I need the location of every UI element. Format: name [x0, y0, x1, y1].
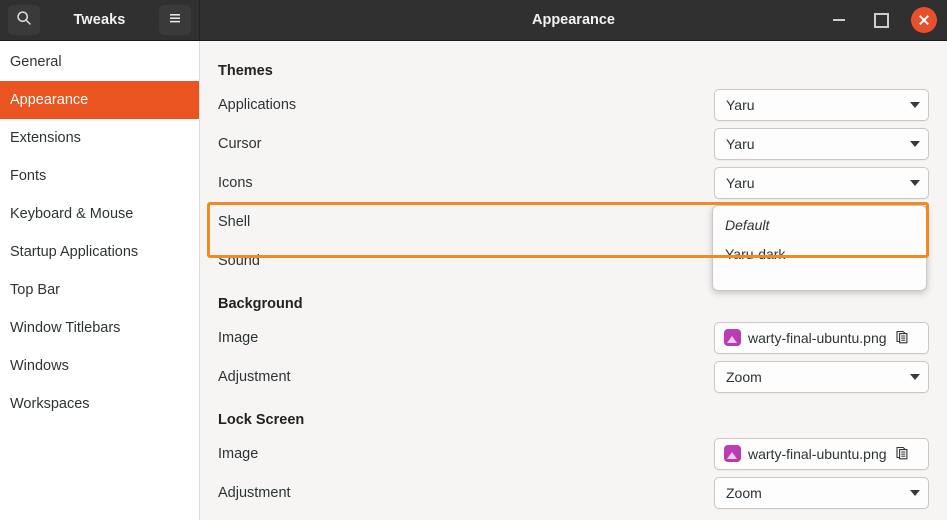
document-open-icon	[894, 445, 911, 462]
image-file-icon	[724, 445, 741, 462]
background-image-label: Image	[218, 329, 259, 346]
sound-theme-label: Sound	[218, 252, 260, 269]
background-section-title: Background	[218, 296, 303, 312]
menu-button[interactable]	[159, 5, 191, 35]
applications-theme-dropdown[interactable]: Yaru	[714, 88, 929, 121]
minimize-icon[interactable]	[827, 8, 851, 32]
sidebar-item-window-titlebars[interactable]: Window Titlebars	[0, 309, 199, 347]
sidebar-item-label: Keyboard & Mouse	[10, 206, 134, 222]
option-label: Default	[725, 216, 770, 233]
sidebar-item-label: Workspaces	[10, 396, 90, 412]
lock-screen-adjustment-dropdown[interactable]: Zoom	[714, 476, 929, 509]
chevron-down-icon	[910, 489, 920, 496]
header-left-pane: Tweaks	[0, 0, 200, 40]
row-lock-screen-adjustment: Adjustment Zoom	[218, 473, 929, 512]
lock-screen-image-label: Image	[218, 445, 259, 462]
sidebar-item-label: Extensions	[10, 130, 81, 146]
hamburger-menu-icon	[167, 10, 183, 31]
sidebar-item-keyboard-mouse[interactable]: Keyboard & Mouse	[0, 195, 199, 233]
sidebar-item-label: Appearance	[10, 92, 89, 108]
sidebar-item-label: Window Titlebars	[10, 320, 121, 336]
chevron-down-icon	[910, 140, 920, 147]
shell-theme-area: Shell (None)	[207, 202, 929, 291]
shell-theme-option-default[interactable]: Default	[713, 210, 926, 239]
chevron-down-icon	[910, 101, 920, 108]
option-label: Yaru-dark	[725, 245, 786, 262]
sidebar: General Appearance Extensions Fonts Keyb…	[0, 41, 200, 520]
themes-section-title: Themes	[218, 63, 273, 79]
applications-theme-label: Applications	[218, 96, 297, 113]
row-applications-theme: Applications Yaru	[218, 85, 929, 124]
close-icon[interactable]	[911, 7, 937, 33]
background-image-value: warty-final-ubuntu.png	[748, 329, 887, 346]
lock-screen-adjustment-label: Adjustment	[218, 484, 291, 501]
cursor-theme-dropdown[interactable]: Yaru	[714, 127, 929, 160]
search-button[interactable]	[8, 5, 40, 35]
header-right-pane: Appearance	[200, 0, 947, 40]
lock-screen-image-file-button[interactable]: warty-final-ubuntu.png	[714, 437, 929, 470]
row-lock-screen-image: Image warty-final-ubuntu.png	[218, 434, 929, 473]
sidebar-item-extensions[interactable]: Extensions	[0, 119, 199, 157]
document-open-icon	[894, 329, 911, 346]
row-icons-theme: Icons Yaru	[218, 163, 929, 202]
lock-screen-image-value: warty-final-ubuntu.png	[748, 445, 887, 462]
app-title: Tweaks	[73, 12, 126, 28]
background-adjustment-value: Zoom	[726, 368, 762, 385]
shell-theme-dropdown-popup[interactable]: Default Yaru-dark	[712, 205, 927, 291]
sidebar-item-top-bar[interactable]: Top Bar	[0, 271, 199, 309]
sidebar-item-label: Startup Applications	[10, 244, 139, 260]
shell-theme-label: Shell	[218, 213, 251, 230]
header-bar: Tweaks Appearance	[0, 0, 947, 41]
cursor-theme-label: Cursor	[218, 135, 262, 152]
applications-theme-value: Yaru	[726, 96, 755, 113]
sidebar-item-windows[interactable]: Windows	[0, 347, 199, 385]
icons-theme-value: Yaru	[726, 174, 755, 191]
sidebar-item-workspaces[interactable]: Workspaces	[0, 385, 199, 423]
icons-theme-label: Icons	[218, 174, 253, 191]
shell-theme-option-yaru-dark[interactable]: Yaru-dark	[713, 239, 926, 268]
sidebar-item-label: Fonts	[10, 168, 47, 184]
maximize-icon[interactable]	[869, 8, 893, 32]
icons-theme-dropdown[interactable]: Yaru	[714, 166, 929, 199]
cursor-theme-value: Yaru	[726, 135, 755, 152]
background-adjustment-label: Adjustment	[218, 368, 291, 385]
sidebar-item-label: General	[10, 54, 62, 70]
row-background-image: Image warty-final-ubuntu.png	[218, 318, 929, 357]
sidebar-item-appearance[interactable]: Appearance	[0, 81, 199, 119]
chevron-down-icon	[910, 179, 920, 186]
sidebar-item-general[interactable]: General	[0, 43, 199, 81]
row-cursor-theme: Cursor Yaru	[218, 124, 929, 163]
lock-screen-adjustment-value: Zoom	[726, 484, 762, 501]
appearance-panel: Themes Applications Yaru Cursor Yaru Ico…	[200, 41, 947, 520]
sidebar-item-fonts[interactable]: Fonts	[0, 157, 199, 195]
background-image-file-button[interactable]: warty-final-ubuntu.png	[714, 321, 929, 354]
row-background-adjustment: Adjustment Zoom	[218, 357, 929, 396]
chevron-down-icon	[910, 373, 920, 380]
sidebar-item-startup-applications[interactable]: Startup Applications	[0, 233, 199, 271]
background-adjustment-dropdown[interactable]: Zoom	[714, 360, 929, 393]
popup-tail	[713, 268, 926, 286]
sidebar-item-label: Top Bar	[10, 282, 60, 298]
search-icon	[16, 10, 32, 31]
image-file-icon	[724, 329, 741, 346]
lock-screen-section-title: Lock Screen	[218, 412, 305, 428]
window-body: General Appearance Extensions Fonts Keyb…	[0, 41, 947, 520]
sidebar-item-label: Windows	[10, 358, 69, 374]
tweaks-window: Tweaks Appearance General Appearance Ext…	[0, 0, 947, 520]
window-controls	[827, 7, 937, 33]
